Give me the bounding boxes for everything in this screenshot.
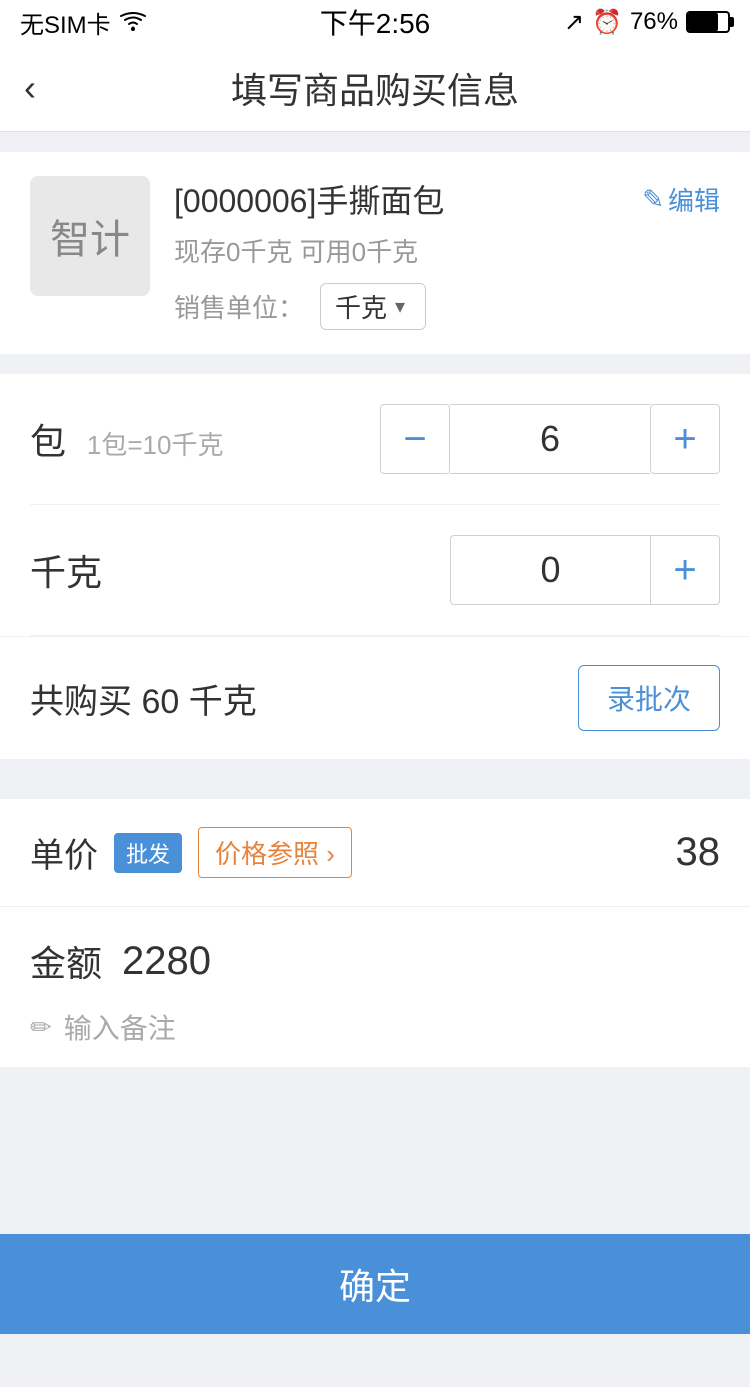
product-info: [0000006]手撕面包 ✎ 编辑 现存0千克 可用0千克 销售单位： 千克 …: [174, 176, 720, 330]
pack-quantity-control: − +: [380, 404, 720, 474]
edit-label: 编辑: [668, 181, 720, 218]
battery-icon: [686, 11, 730, 33]
confirm-bar[interactable]: 确定: [0, 1234, 750, 1334]
pack-sublabel: 1包=10千克: [87, 430, 224, 460]
divider-2: [0, 759, 750, 779]
pack-minus-button[interactable]: −: [380, 404, 450, 474]
carrier-label: 无SIM卡: [20, 5, 111, 40]
confirm-button-label: 确定: [339, 1258, 411, 1310]
kg-quantity-control: +: [450, 535, 720, 605]
pack-label: 包: [30, 421, 66, 462]
alarm-icon: ⏰: [592, 8, 622, 37]
product-stock: 现存0千克 可用0千克: [174, 232, 720, 269]
price-section: 单价 批发 价格参照 › 38: [0, 799, 750, 907]
kg-quantity-input[interactable]: [450, 535, 650, 605]
batch-button[interactable]: 录批次: [578, 665, 720, 731]
price-ref-button[interactable]: 价格参照 ›: [198, 827, 352, 878]
product-logo: 智计: [50, 207, 130, 265]
kg-plus-button[interactable]: +: [650, 535, 720, 605]
back-button[interactable]: ‹: [24, 67, 36, 109]
pack-label-group: 包 1包=10千克: [30, 413, 223, 465]
product-card: 智计 [0000006]手撕面包 ✎ 编辑 现存0千克 可用0千克 销售单位： …: [0, 152, 750, 354]
unit-label: 销售单位：: [174, 288, 304, 325]
kg-label: 千克: [30, 544, 102, 596]
kg-row: 千克 +: [30, 505, 720, 636]
status-left: 无SIM卡: [20, 5, 147, 40]
note-row[interactable]: ✏ 输入备注: [30, 1007, 720, 1047]
battery-label: 76%: [630, 8, 678, 36]
page-title: 填写商品购买信息: [231, 62, 519, 114]
product-name: [0000006]手撕面包: [174, 176, 444, 222]
content-body: [0, 1067, 750, 1387]
price-type-badge: 批发: [114, 833, 182, 873]
product-image: 智计: [30, 176, 150, 296]
note-placeholder: 输入备注: [64, 1007, 176, 1047]
status-right: ↗ ⏰ 76%: [564, 8, 730, 37]
location-icon: ↗: [564, 8, 584, 37]
price-left: 单价 批发 价格参照 ›: [30, 827, 352, 878]
pack-quantity-input[interactable]: [450, 404, 650, 474]
status-bar: 无SIM卡 下午2:56 ↗ ⏰ 76%: [0, 0, 750, 44]
price-label: 单价: [30, 828, 98, 877]
pack-plus-button[interactable]: +: [650, 404, 720, 474]
unit-arrow-icon: ▾: [395, 294, 405, 319]
divider-1: [0, 354, 750, 374]
amount-label: 金额: [30, 935, 102, 987]
amount-value: 2280: [122, 939, 211, 984]
edit-button[interactable]: ✎ 编辑: [642, 181, 720, 218]
pack-row: 包 1包=10千克 − +: [30, 374, 720, 505]
amount-section: 金额 2280 ✏ 输入备注: [0, 907, 750, 1067]
summary-text: 共购买 60 千克: [30, 674, 257, 723]
unit-selector[interactable]: 千克 ▾: [320, 283, 426, 330]
quantity-section: 包 1包=10千克 − + 千克 +: [0, 374, 750, 636]
nav-bar: ‹ 填写商品购买信息: [0, 44, 750, 132]
summary-section: 共购买 60 千克 录批次: [0, 636, 750, 759]
unit-value: 千克: [335, 288, 387, 325]
amount-row: 金额 2280: [30, 935, 720, 987]
wifi-icon: [119, 12, 147, 32]
edit-icon: ✎: [642, 184, 664, 215]
status-time: 下午2:56: [320, 2, 431, 42]
price-value: 38: [676, 830, 721, 875]
product-unit-row: 销售单位： 千克 ▾: [174, 283, 720, 330]
pencil-icon: ✏: [30, 1012, 52, 1043]
product-name-row: [0000006]手撕面包 ✎ 编辑: [174, 176, 720, 222]
